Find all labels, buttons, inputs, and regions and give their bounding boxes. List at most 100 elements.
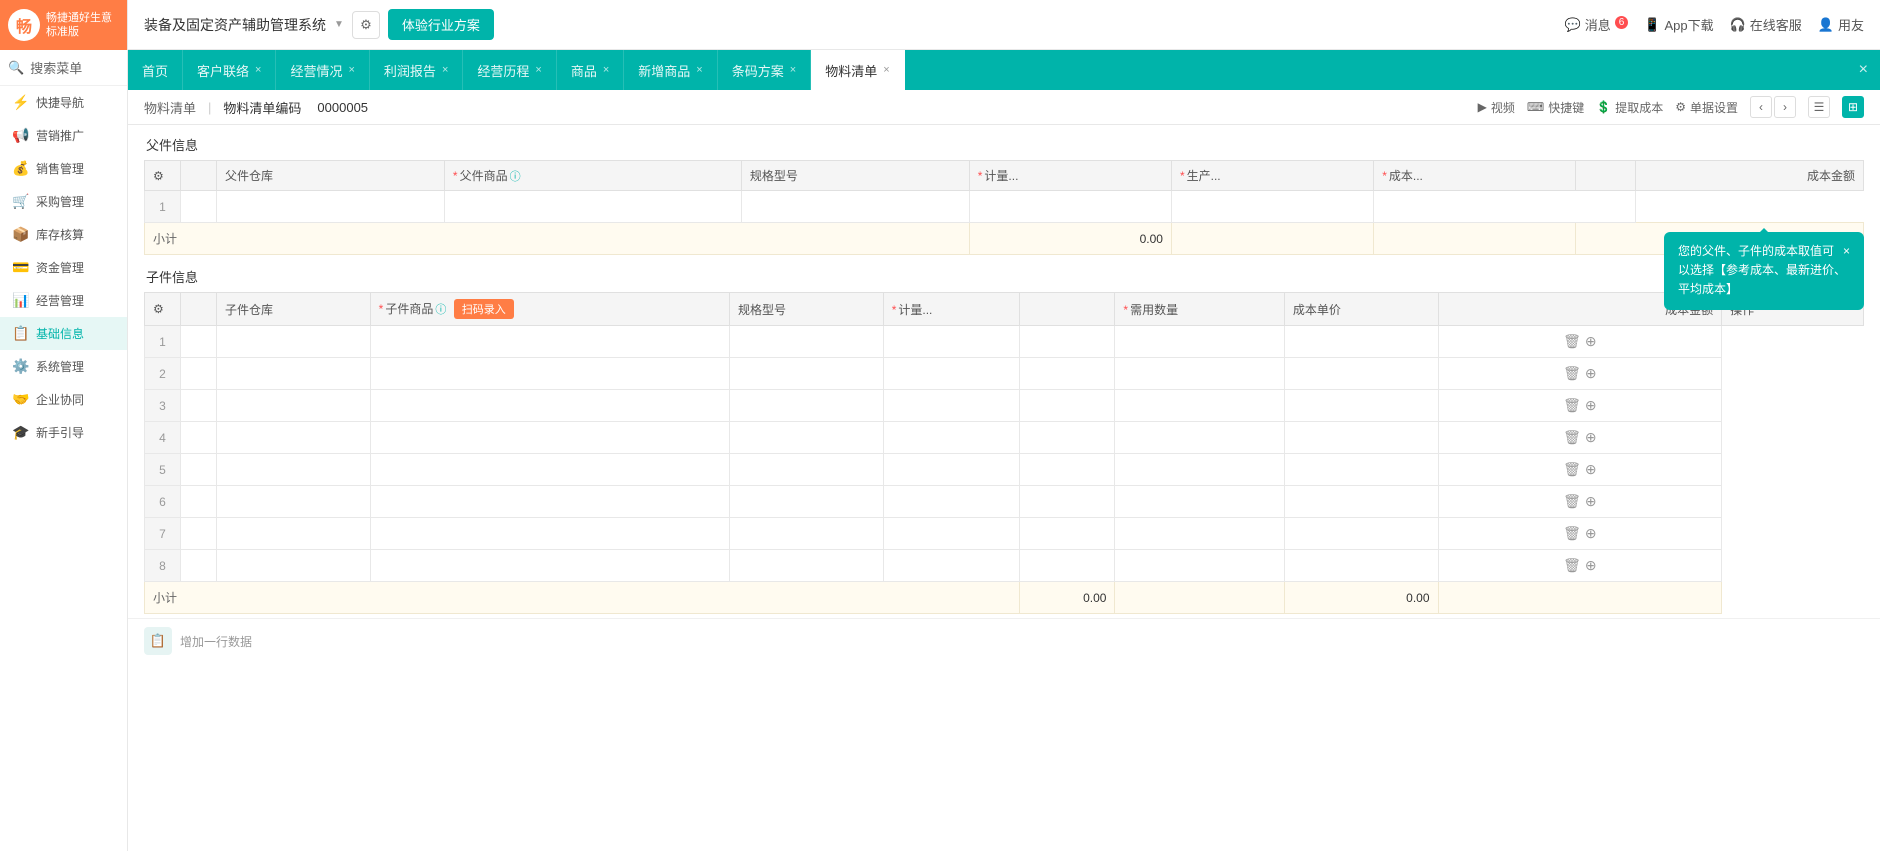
tab-history[interactable]: 经营历程 ×	[463, 50, 556, 90]
copy-icon[interactable]: ⊕	[1585, 365, 1597, 382]
trial-button[interactable]: 体验行业方案	[388, 9, 494, 40]
child-amount-cell[interactable]	[1284, 326, 1438, 358]
child-amount-cell[interactable]	[1284, 422, 1438, 454]
breadcrumb-item-2[interactable]: 物料清单编码	[223, 98, 301, 117]
child-product-cell[interactable]	[217, 454, 371, 486]
scan-button[interactable]: 扫码录入	[454, 299, 514, 319]
child-spec-cell[interactable]	[370, 486, 729, 518]
tab-profit[interactable]: 利润报告 ×	[370, 50, 463, 90]
sidebar-item-operations[interactable]: 📊 经营管理	[0, 284, 127, 317]
child-product-cell[interactable]	[217, 326, 371, 358]
tooltip-close-button[interactable]: ×	[1843, 242, 1850, 261]
copy-icon[interactable]: ⊕	[1585, 525, 1597, 542]
child-product-cell[interactable]	[217, 390, 371, 422]
message-action[interactable]: 💬 消息 6	[1565, 15, 1629, 34]
child-spec-cell[interactable]	[370, 454, 729, 486]
child-amount-cell[interactable]	[1284, 390, 1438, 422]
child-qty-cell[interactable]	[1020, 326, 1115, 358]
child-unit-cost-cell[interactable]	[1115, 550, 1284, 582]
child-unit-cost-cell[interactable]	[1115, 358, 1284, 390]
child-product-cell[interactable]	[217, 422, 371, 454]
child-spec-cell[interactable]	[370, 390, 729, 422]
copy-icon[interactable]: ⊕	[1585, 333, 1597, 350]
child-unit-cell[interactable]	[730, 390, 884, 422]
tab-customer[interactable]: 客户联络 ×	[183, 50, 276, 90]
copy-icon[interactable]: ⊕	[1585, 397, 1597, 414]
parent-product-cell[interactable]	[217, 191, 445, 223]
child-qty-cell[interactable]	[1020, 550, 1115, 582]
sidebar-item-marketing[interactable]: 📢 营销推广	[0, 119, 127, 152]
parent-spec-cell[interactable]	[444, 191, 741, 223]
child-amount-cell[interactable]	[1284, 358, 1438, 390]
sidebar-item-guide[interactable]: 🎓 新手引导	[0, 416, 127, 449]
tab-products[interactable]: 商品 ×	[557, 50, 624, 90]
tab-close-icon[interactable]: ×	[255, 64, 261, 76]
child-qty-cell[interactable]	[1020, 454, 1115, 486]
child-warehouse-cell[interactable]	[181, 518, 217, 550]
tab-close-icon[interactable]: ×	[348, 64, 354, 76]
online-service-action[interactable]: 🎧 在线客服	[1730, 15, 1802, 34]
child-warehouse-cell[interactable]	[181, 422, 217, 454]
sidebar-item-system[interactable]: ⚙️ 系统管理	[0, 350, 127, 383]
child-col-settings[interactable]: ⚙	[145, 293, 181, 326]
settings-button[interactable]: ⚙	[352, 11, 380, 39]
tab-close-icon[interactable]: ×	[790, 64, 796, 76]
child-qty-cell[interactable]	[1020, 422, 1115, 454]
sidebar-item-inventory[interactable]: 📦 库存核算	[0, 218, 127, 251]
child-unit-cell[interactable]	[730, 550, 884, 582]
child-unit-cost-cell[interactable]	[1115, 422, 1284, 454]
child-spec-cell[interactable]	[370, 518, 729, 550]
parent-unit-cell[interactable]	[741, 191, 969, 223]
child-amount-cell[interactable]	[1284, 454, 1438, 486]
child-warehouse-cell[interactable]	[181, 550, 217, 582]
child-unit-cost-cell[interactable]	[1115, 390, 1284, 422]
child-product-cell[interactable]	[217, 550, 371, 582]
child-amount-cell[interactable]	[1284, 550, 1438, 582]
child-unit-cost-cell[interactable]	[1115, 486, 1284, 518]
tab-close-icon[interactable]: ×	[442, 64, 448, 76]
child-unit-cell[interactable]	[730, 486, 884, 518]
copy-icon[interactable]: ⊕	[1585, 461, 1597, 478]
copy-icon[interactable]: ⊕	[1585, 493, 1597, 510]
copy-icon[interactable]: ⊕	[1585, 429, 1597, 446]
sidebar-item-collab[interactable]: 🤝 企业协同	[0, 383, 127, 416]
sidebar-item-sales[interactable]: 💰 销售管理	[0, 152, 127, 185]
child-product-cell[interactable]	[217, 358, 371, 390]
delete-icon[interactable]: 🗑	[1563, 397, 1581, 414]
prev-button[interactable]: ‹	[1750, 96, 1772, 118]
app-download-action[interactable]: 📱 App下载	[1644, 15, 1713, 34]
child-qty-cell[interactable]	[1020, 358, 1115, 390]
delete-icon[interactable]: 🗑	[1563, 333, 1581, 350]
system-dropdown-arrow[interactable]: ▼	[334, 19, 344, 30]
parent-col-settings[interactable]: ⚙	[145, 161, 181, 191]
child-unit-cell[interactable]	[730, 422, 884, 454]
child-unit-cell[interactable]	[730, 326, 884, 358]
delete-icon[interactable]: 🗑	[1563, 525, 1581, 542]
child-product-cell[interactable]	[217, 486, 371, 518]
extract-cost-button[interactable]: 💲 提取成本	[1596, 99, 1663, 116]
expand-button[interactable]: ⊞	[1842, 96, 1864, 118]
child-unit-cost-cell[interactable]	[1115, 454, 1284, 486]
next-button[interactable]: ›	[1774, 96, 1796, 118]
sidebar-item-quick-nav[interactable]: ⚡ 快捷导航	[0, 86, 127, 119]
child-warehouse-cell[interactable]	[181, 486, 217, 518]
child-amount-cell[interactable]	[1284, 486, 1438, 518]
child-qty-cell[interactable]	[1020, 518, 1115, 550]
child-spec-cell[interactable]	[370, 326, 729, 358]
delete-icon[interactable]: 🗑	[1563, 461, 1581, 478]
parent-warehouse-cell[interactable]	[181, 191, 217, 223]
menu-button[interactable]: ☰	[1808, 96, 1830, 118]
delete-icon[interactable]: 🗑	[1563, 365, 1581, 382]
child-unit-cell[interactable]	[730, 518, 884, 550]
child-qty-cell[interactable]	[1020, 486, 1115, 518]
child-warehouse-cell[interactable]	[181, 358, 217, 390]
child-unit-cell[interactable]	[730, 454, 884, 486]
tab-operations[interactable]: 经营情况 ×	[276, 50, 369, 90]
child-spec-cell[interactable]	[370, 422, 729, 454]
copy-icon[interactable]: ⊕	[1585, 557, 1597, 574]
child-unit-cell[interactable]	[730, 358, 884, 390]
single-setting-button[interactable]: ⚙ 单据设置	[1675, 99, 1738, 116]
user-action[interactable]: 👤 用友	[1818, 15, 1864, 34]
tab-barcode[interactable]: 条码方案 ×	[718, 50, 811, 90]
shortcut-button[interactable]: ⌨ 快捷键	[1527, 99, 1584, 116]
